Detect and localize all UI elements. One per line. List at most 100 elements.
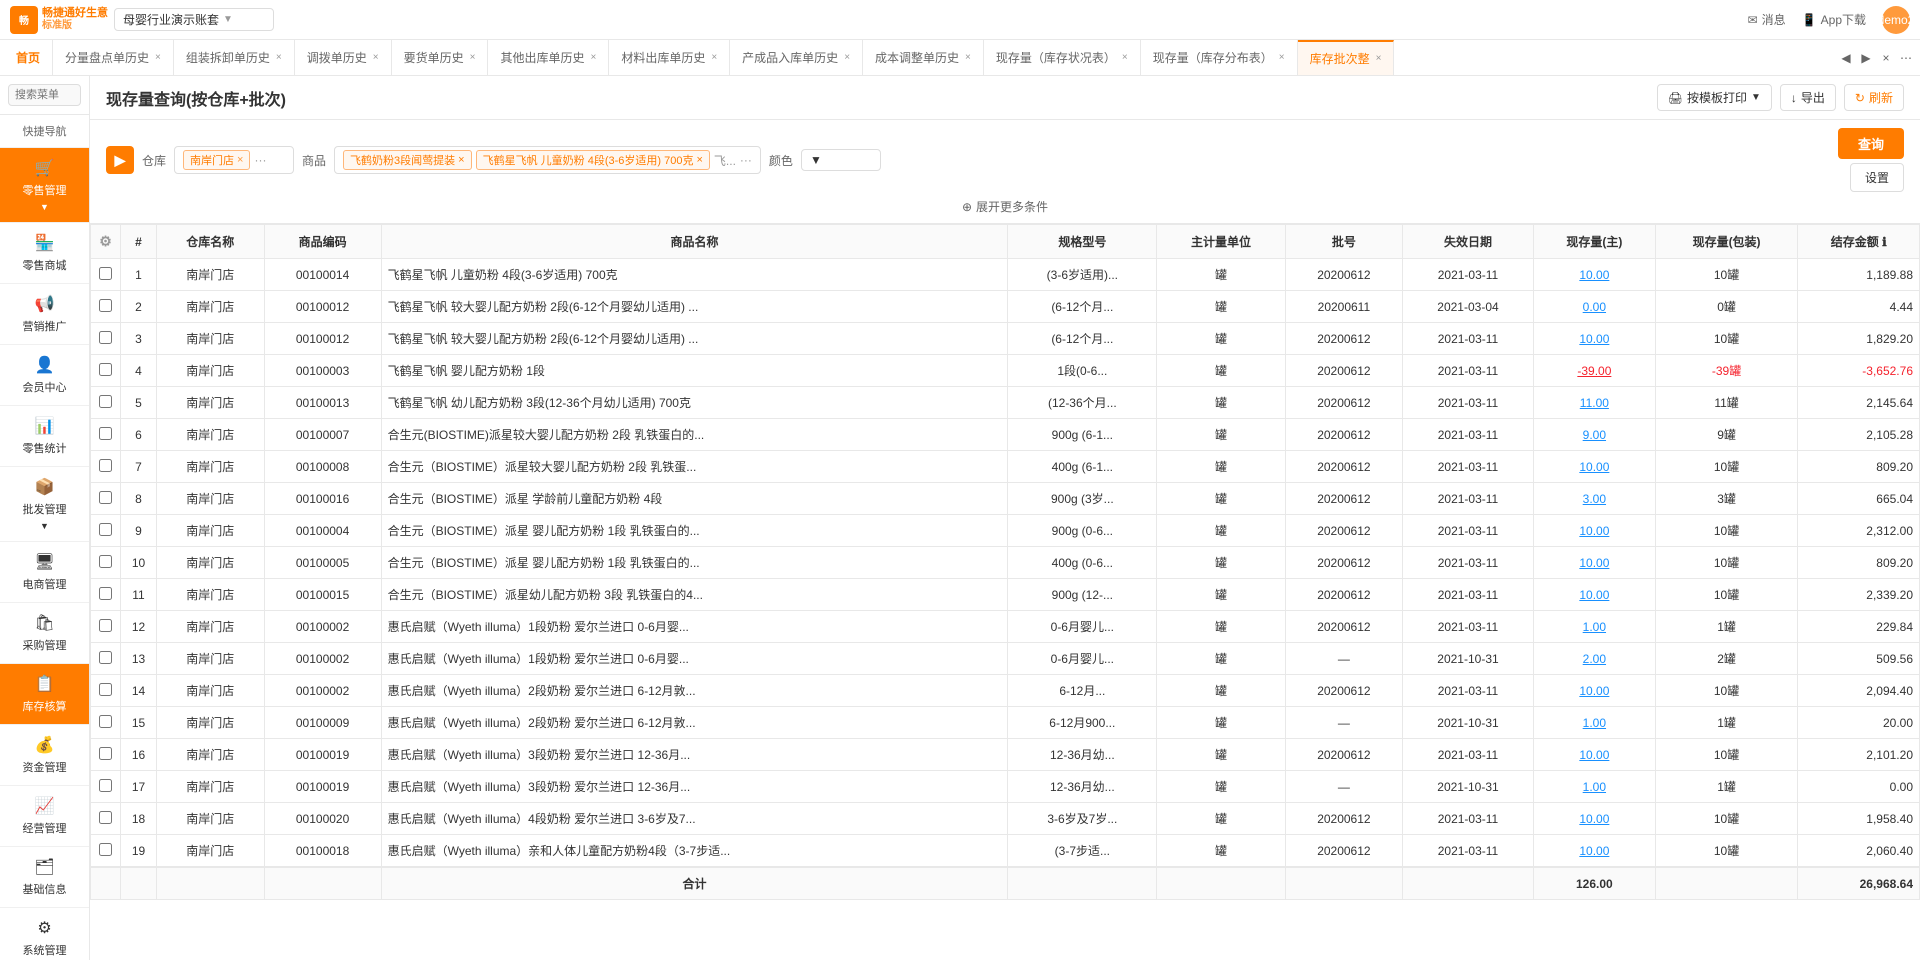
nav-right-button[interactable]: ▶ xyxy=(1856,40,1876,76)
avatar[interactable]: demo2 xyxy=(1882,6,1910,34)
td-qty-main[interactable]: 11.00 xyxy=(1534,387,1656,419)
td-checkbox[interactable] xyxy=(91,803,121,835)
row-checkbox[interactable] xyxy=(99,715,112,728)
close-icon[interactable]: × xyxy=(155,52,161,63)
nav-left-button[interactable]: ◀ xyxy=(1836,40,1856,76)
td-qty-main[interactable]: -39.00 xyxy=(1534,355,1656,387)
row-checkbox[interactable] xyxy=(99,779,112,792)
row-checkbox[interactable] xyxy=(99,523,112,536)
tab-zuzhuang[interactable]: 组装拆卸单历史 × xyxy=(174,40,295,76)
sidebar-item-purchase[interactable]: 🛍 采购管理 xyxy=(0,603,89,664)
td-checkbox[interactable] xyxy=(91,739,121,771)
workspace-selector[interactable]: 母婴行业演示账套 ▼ xyxy=(114,8,274,31)
close-icon[interactable]: × xyxy=(590,52,596,63)
row-checkbox[interactable] xyxy=(99,363,112,376)
td-qty-main[interactable]: 1.00 xyxy=(1534,611,1656,643)
refresh-button[interactable]: ↻ 刷新 xyxy=(1844,84,1904,111)
app-download-button[interactable]: 📱 App下载 xyxy=(1802,11,1866,28)
settings-icon[interactable]: ⚙ xyxy=(99,233,112,249)
close-icon[interactable]: × xyxy=(711,52,717,63)
sidebar-item-management[interactable]: 📈 经营管理 xyxy=(0,786,89,847)
warehouse-more[interactable]: ··· xyxy=(254,153,266,167)
td-qty-main[interactable]: 1.00 xyxy=(1534,707,1656,739)
td-checkbox[interactable] xyxy=(91,547,121,579)
setting-button[interactable]: 设置 xyxy=(1850,163,1904,192)
sidebar-item-basic[interactable]: 🗂 基础信息 xyxy=(0,847,89,908)
td-checkbox[interactable] xyxy=(91,611,121,643)
row-checkbox[interactable] xyxy=(99,331,112,344)
tab-cailiao[interactable]: 材料出库单历史 × xyxy=(609,40,730,76)
tab-home[interactable]: 首页 xyxy=(4,40,53,76)
row-checkbox[interactable] xyxy=(99,747,112,760)
close-icon[interactable]: × xyxy=(276,52,282,63)
row-checkbox[interactable] xyxy=(99,395,112,408)
product-filter[interactable]: 飞鹤奶粉3段闻莺提装 × 飞鹤星飞帆 儿童奶粉 4段(3-6岁适用) 700克 … xyxy=(334,146,761,174)
sidebar-item-member[interactable]: 👤 会员中心 xyxy=(0,345,89,406)
query-button[interactable]: 查询 xyxy=(1838,128,1904,159)
td-checkbox[interactable] xyxy=(91,771,121,803)
td-qty-main[interactable]: 10.00 xyxy=(1534,259,1656,291)
td-qty-main[interactable]: 3.00 xyxy=(1534,483,1656,515)
tab-diaopei[interactable]: 调拨单历史 × xyxy=(295,40,392,76)
td-qty-main[interactable]: 2.00 xyxy=(1534,643,1656,675)
td-checkbox[interactable] xyxy=(91,419,121,451)
warehouse-filter[interactable]: 南岸门店 × ··· xyxy=(174,146,294,174)
close-icon[interactable]: × xyxy=(965,52,971,63)
sidebar-item-shop[interactable]: 🏪 零售商城 xyxy=(0,223,89,284)
td-qty-main[interactable]: 10.00 xyxy=(1534,323,1656,355)
td-checkbox[interactable] xyxy=(91,835,121,868)
remove-warehouse-tag[interactable]: × xyxy=(237,154,243,166)
row-checkbox[interactable] xyxy=(99,555,112,568)
row-checkbox[interactable] xyxy=(99,427,112,440)
td-checkbox[interactable] xyxy=(91,643,121,675)
remove-product-tag-1[interactable]: × xyxy=(458,154,464,166)
td-checkbox[interactable] xyxy=(91,323,121,355)
td-checkbox[interactable] xyxy=(91,707,121,739)
td-qty-main[interactable]: 9.00 xyxy=(1534,419,1656,451)
tab-chancheng[interactable]: 产成品入库单历史 × xyxy=(730,40,863,76)
td-qty-main[interactable]: 10.00 xyxy=(1534,547,1656,579)
sidebar-item-wholesale[interactable]: 📦 批发管理 ▼ xyxy=(0,467,89,542)
td-checkbox[interactable] xyxy=(91,355,121,387)
sidebar-item-system[interactable]: ⚙ 系统管理 xyxy=(0,908,89,960)
td-checkbox[interactable] xyxy=(91,579,121,611)
sidebar-item-marketing[interactable]: 📢 营销推广 xyxy=(0,284,89,345)
td-qty-main[interactable]: 1.00 xyxy=(1534,771,1656,803)
tab-yaohuo[interactable]: 要货单历史 × xyxy=(392,40,489,76)
product-ellipsis[interactable]: ··· xyxy=(740,153,752,167)
expand-more-button[interactable]: ⊕ 展开更多条件 xyxy=(106,198,1904,215)
td-checkbox[interactable] xyxy=(91,387,121,419)
tab-kucun-pici[interactable]: 库存批次整 × xyxy=(1298,40,1395,76)
export-button[interactable]: ↓ 导出 xyxy=(1780,84,1836,111)
product-more[interactable]: 飞... xyxy=(714,152,736,169)
row-checkbox[interactable] xyxy=(99,811,112,824)
filter-expand-button[interactable]: ▶ xyxy=(106,146,134,174)
td-checkbox[interactable] xyxy=(91,675,121,707)
close-icon[interactable]: × xyxy=(844,52,850,63)
td-qty-main[interactable]: 0.00 xyxy=(1534,291,1656,323)
th-settings[interactable]: ⚙ xyxy=(91,225,121,259)
td-qty-main[interactable]: 10.00 xyxy=(1534,835,1656,868)
td-qty-main[interactable]: 10.00 xyxy=(1534,739,1656,771)
message-button[interactable]: ✉ 消息 xyxy=(1748,11,1786,28)
sidebar-item-retail[interactable]: 🛒 零售管理 ▼ xyxy=(0,148,89,223)
close-icon[interactable]: × xyxy=(470,52,476,63)
td-qty-main[interactable]: 10.00 xyxy=(1534,803,1656,835)
td-checkbox[interactable] xyxy=(91,483,121,515)
search-input[interactable] xyxy=(8,84,81,106)
row-checkbox[interactable] xyxy=(99,619,112,632)
close-icon[interactable]: × xyxy=(1376,53,1382,64)
color-filter[interactable]: ▼ xyxy=(801,149,881,171)
template-print-button[interactable]: 🖨 按模板打印 ▼ xyxy=(1657,84,1772,111)
sidebar-item-ecommerce[interactable]: 🖥 电商管理 xyxy=(0,542,89,603)
tab-xiancun-fenbu[interactable]: 现存量（库存分布表） × xyxy=(1141,40,1298,76)
tab-qitachuku[interactable]: 其他出库单历史 × xyxy=(488,40,609,76)
remove-product-tag-2[interactable]: × xyxy=(696,154,702,166)
row-checkbox[interactable] xyxy=(99,267,112,280)
td-qty-main[interactable]: 10.00 xyxy=(1534,451,1656,483)
sidebar-item-finance[interactable]: 💰 资金管理 xyxy=(0,725,89,786)
close-icon[interactable]: × xyxy=(1122,52,1128,63)
row-checkbox[interactable] xyxy=(99,299,112,312)
sidebar-item-inventory[interactable]: 📋 库存核算 xyxy=(0,664,89,725)
row-checkbox[interactable] xyxy=(99,843,112,856)
